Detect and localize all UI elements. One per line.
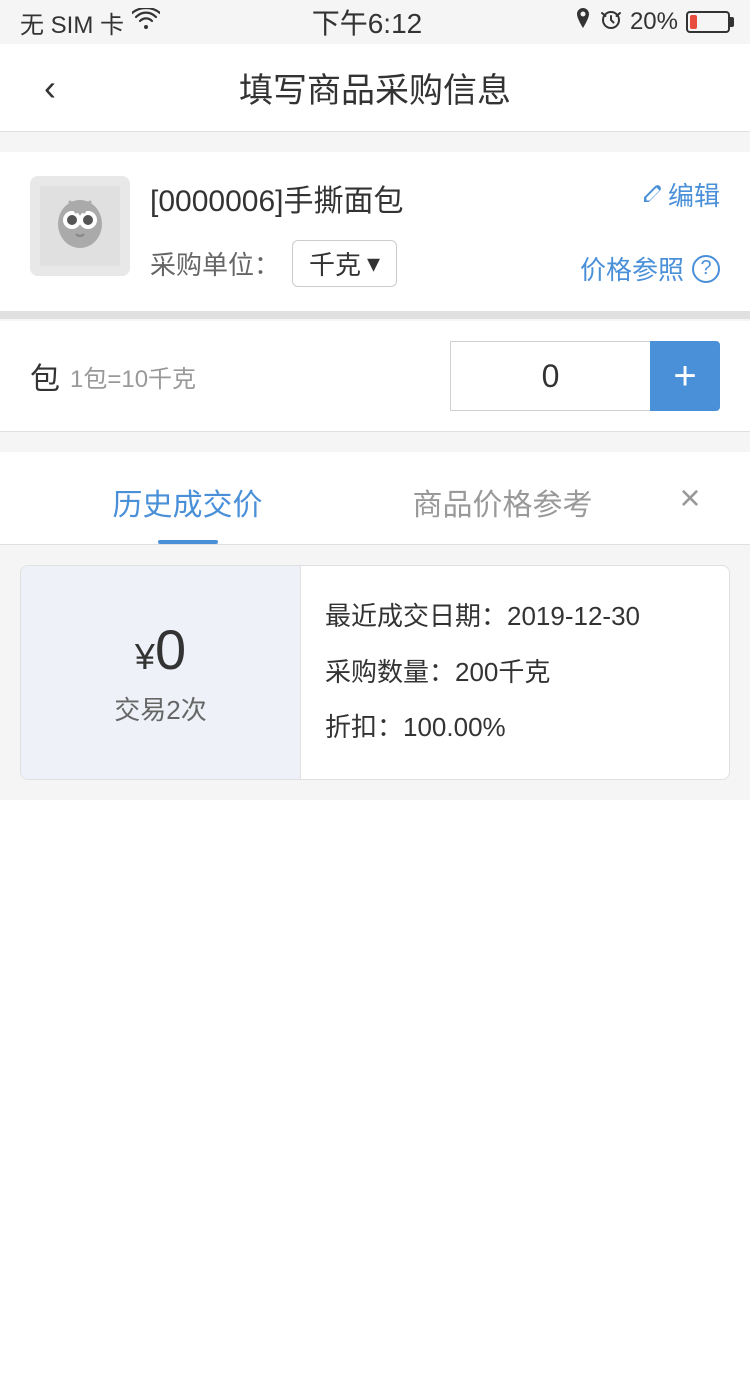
discount-row: 折扣：100.00% <box>325 707 705 749</box>
tab-close-button[interactable]: × <box>660 468 720 528</box>
edit-button[interactable]: 编辑 <box>642 176 720 213</box>
price-card: ¥0 交易2次 最近成交日期：2019-12-30 采购数量：200千克 折扣：… <box>20 565 730 780</box>
price-card-container: ¥0 交易2次 最近成交日期：2019-12-30 采购数量：200千克 折扣：… <box>0 545 750 800</box>
quantity-detail-label: 采购数量： <box>325 657 455 687</box>
recent-date-value: 2019-12-30 <box>507 601 640 631</box>
quantity-row: 包 1包=10千克 0 + <box>0 321 750 432</box>
recent-date-row: 最近成交日期：2019-12-30 <box>325 596 705 638</box>
quantity-plus-button[interactable]: + <box>650 341 720 411</box>
gps-icon <box>574 8 592 37</box>
tab-history-price[interactable]: 历史成交价 <box>30 452 345 544</box>
unit-select[interactable]: 千克 ▾ <box>292 240 397 287</box>
price-left-panel: ¥0 交易2次 <box>21 566 301 779</box>
price-right-panel: 最近成交日期：2019-12-30 采购数量：200千克 折扣：100.00% <box>301 566 729 779</box>
tab-product-label: 商品价格参考 <box>413 489 593 522</box>
help-icon: ? <box>692 255 720 283</box>
quantity-row-detail: 采购数量：200千克 <box>325 652 705 694</box>
package-label: 包 <box>30 354 60 398</box>
quantity-detail-value: 200千克 <box>455 657 550 687</box>
quantity-control: 0 + <box>450 341 720 411</box>
recent-date-label: 最近成交日期： <box>325 601 507 631</box>
product-name: [0000006]手撕面包 <box>150 176 720 220</box>
wifi-icon <box>132 8 160 37</box>
page-title: 填写商品采购信息 <box>239 63 511 112</box>
unit-label: 采购单位： <box>150 245 280 282</box>
price-ref-label: 价格参照 <box>580 250 684 287</box>
battery-icon <box>686 11 730 33</box>
quantity-input[interactable]: 0 <box>450 341 650 411</box>
battery-text: 20% <box>630 8 678 36</box>
quantity-left: 包 1包=10千克 <box>30 354 196 398</box>
status-bar: 无 SIM 卡 下午6:12 20% <box>0 0 750 44</box>
alarm-icon <box>600 8 622 37</box>
product-card: [0000006]手撕面包 采购单位： 千克 ▾ 编辑 价格参照 ? <box>0 152 750 311</box>
product-thumbnail <box>30 176 130 276</box>
discount-label: 折扣： <box>325 712 403 742</box>
bottom-area <box>0 800 750 1400</box>
tab-history-label: 历史成交价 <box>113 489 263 522</box>
tab-product-price[interactable]: 商品价格参考 <box>345 452 660 544</box>
tabs-container: 历史成交价 商品价格参考 × <box>0 452 750 545</box>
discount-value: 100.00% <box>403 712 506 742</box>
status-left: 无 SIM 卡 <box>20 5 160 40</box>
price-trades: 交易2次 <box>114 690 206 727</box>
package-sub-label: 1包=10千克 <box>70 359 196 394</box>
unit-dropdown-icon: ▾ <box>367 248 380 279</box>
carrier-text: 无 SIM 卡 <box>20 5 124 40</box>
price-main-value: ¥0 <box>135 617 186 682</box>
nav-bar: ‹ 填写商品采购信息 <box>0 44 750 132</box>
status-time: 下午6:12 <box>312 2 423 42</box>
unit-value: 千克 <box>309 245 361 282</box>
status-right: 20% <box>574 8 730 37</box>
price-value: 0 <box>155 618 186 681</box>
back-button[interactable]: ‹ <box>20 58 80 118</box>
price-reference-button[interactable]: 价格参照 ? <box>580 250 720 287</box>
currency-symbol: ¥ <box>135 636 155 677</box>
separator <box>0 311 750 319</box>
edit-label: 编辑 <box>668 176 720 213</box>
